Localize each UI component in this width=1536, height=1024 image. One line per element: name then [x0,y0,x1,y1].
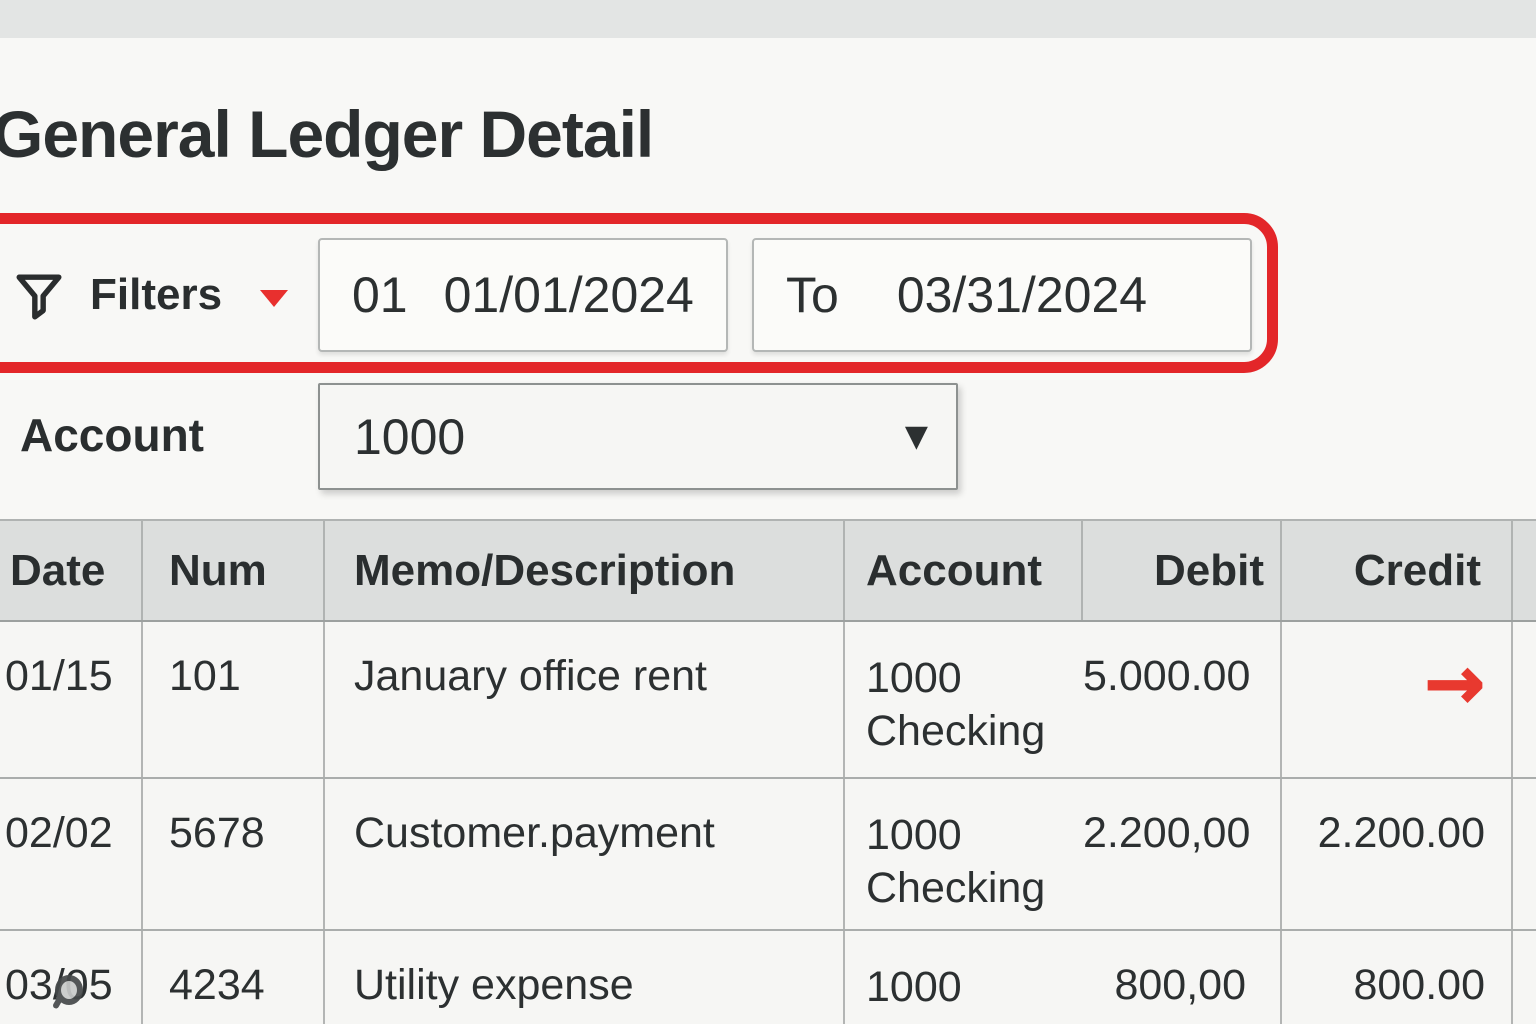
column-header-credit: Credit [1282,521,1513,620]
account-label: Account [20,409,204,461]
date-to-field[interactable]: To 03/31/2024 [752,238,1252,352]
date-to-prefix: To [786,267,839,323]
table-row[interactable]: 02/02 5678 Customer.payment 1000 Checkin… [0,779,1536,931]
cell-account: 1000 [866,963,962,1011]
table-row[interactable]: 01/15 101 January office rent 1000 Check… [0,622,1536,779]
ledger-table: Date Num Memo/Description Account Debit … [0,519,1536,1024]
column-header-memo: Memo/Description [325,521,845,620]
chevron-down-icon: ▼ [904,419,928,454]
date-from-field[interactable]: 01 01/01/2024 [318,238,728,352]
date-from-value: 01/01/2024 [443,267,694,323]
caret-down-icon [260,289,289,307]
cell-debit: 2.200,00 [1083,779,1282,929]
cell-memo: Customer.payment [325,779,845,929]
cell-num: 5678 [143,779,325,929]
cell-account: 1000 Checking [866,654,1046,755]
filter-funnel-icon [16,274,62,320]
cell-credit: 800.00 [1282,931,1513,1024]
cell-memo: January office rent [325,622,845,777]
filters-label: Filters [90,270,223,319]
account-value: 1000 [354,408,466,465]
cell-credit: 2.200.00 [1282,779,1513,929]
date-to-value: 03/31/2024 [896,267,1148,323]
column-header-spacer [1513,521,1536,620]
cell-debit: 800,00 [1083,931,1282,1024]
filters-button[interactable]: Filters [14,264,289,326]
cell-num: 101 [143,622,325,777]
column-header-date: Date [0,521,143,620]
drill-arrow-icon[interactable]: → [1424,646,1486,720]
cell-credit: → [1282,622,1513,777]
cell-num: 4234 [143,931,325,1024]
column-header-debit: Debit [1083,521,1282,620]
table-header-row: Date Num Memo/Description Account Debit … [0,521,1536,622]
column-header-num: Num [143,521,325,620]
general-ledger-screen: General Ledger Detail Filters 01 01/01/2… [0,0,1536,1024]
top-bar [0,0,1536,38]
page-title: General Ledger Detail [0,97,654,171]
cell-memo: Utility expense [325,931,845,1024]
cell-date: 01/15 [0,622,143,777]
table-row[interactable]: 03/05 4234 Utility expense 1000 800,00 8… [0,931,1536,1024]
date-from-prefix: 01 [352,267,408,323]
cell-account: 1000 Checking [866,811,1046,912]
cursor-artifact [55,975,83,1005]
account-select[interactable]: 1000 ▼ [318,383,958,490]
cell-debit: 5.000.00 [1083,622,1282,777]
cell-date: 02/02 [0,779,143,929]
column-header-account: Account [845,521,1083,620]
